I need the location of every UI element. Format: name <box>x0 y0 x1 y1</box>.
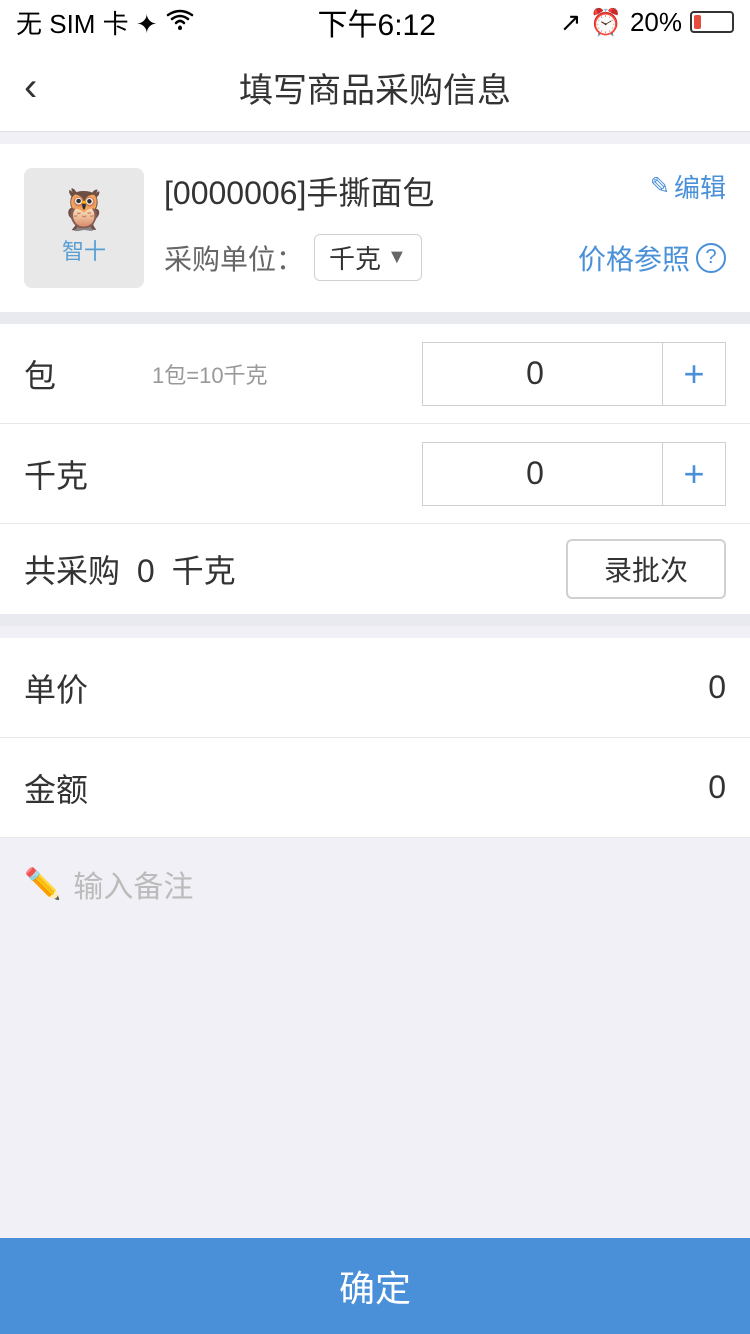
owl-icon: 🦉 <box>59 190 109 230</box>
amount-row: 金额 0 <box>0 738 750 838</box>
location-icon: ↗ <box>560 7 582 38</box>
bag-plus-button[interactable]: + <box>662 342 726 406</box>
unit-price-label: 单价 <box>24 665 88 711</box>
product-thumbnail: 🦉 智十 <box>24 168 144 288</box>
edit-label: 编辑 <box>674 168 726 205</box>
bag-input-row: 包 1包=10千克 + <box>0 324 750 424</box>
kg-input-row: 千克 + <box>0 424 750 524</box>
unit-value: 千克 <box>329 239 381 276</box>
dropdown-icon: ▼ <box>387 246 407 269</box>
kg-quantity-input[interactable] <box>422 442 662 506</box>
unit-label: 采购单位： 千克 ▼ <box>164 234 422 281</box>
confirm-label: 确定 <box>339 1260 411 1312</box>
bag-sub-label: 1包=10千克 <box>152 358 268 390</box>
confirm-button[interactable]: 确定 <box>0 1238 750 1334</box>
price-reference-button[interactable]: 价格参照 ? <box>578 238 726 278</box>
help-icon: ? <box>696 243 726 273</box>
alarm-icon: ⏰ <box>590 7 622 38</box>
product-header: [0000006]手撕面包 ✎ 编辑 <box>164 168 726 214</box>
price-ref-label: 价格参照 <box>578 238 690 278</box>
notes-section[interactable]: ✏️ 输入备注 <box>0 838 750 930</box>
back-button[interactable]: ‹ <box>14 55 47 120</box>
status-right: ↗ ⏰ 20% <box>560 7 734 38</box>
unit-price-value: 0 <box>708 669 726 706</box>
battery-icon <box>690 11 734 33</box>
bag-quantity-input[interactable] <box>422 342 662 406</box>
wifi-icon <box>166 7 194 38</box>
kg-input-controls: + <box>422 442 726 506</box>
edit-icon: ✎ <box>650 172 670 201</box>
total-row: 共采购 0 千克 录批次 <box>0 524 750 614</box>
product-unit-row: 采购单位： 千克 ▼ 价格参照 ? <box>164 234 726 281</box>
product-info: [0000006]手撕面包 ✎ 编辑 采购单位： 千克 ▼ 价格参照 ? <box>164 168 726 281</box>
amount-value: 0 <box>708 769 726 806</box>
record-batch-button[interactable]: 录批次 <box>566 539 726 599</box>
price-info-section: 单价 0 金额 0 <box>0 638 750 838</box>
bag-input-controls: + <box>422 342 726 406</box>
product-name: [0000006]手撕面包 <box>164 168 434 214</box>
separator-1 <box>0 312 750 324</box>
status-time: 下午6:12 <box>318 0 436 44</box>
kg-label: 千克 <box>24 451 144 497</box>
unit-price-row: 单价 0 <box>0 638 750 738</box>
product-card: 🦉 智十 [0000006]手撕面包 ✎ 编辑 采购单位： 千克 ▼ <box>0 144 750 312</box>
bag-label: 包 <box>24 351 144 397</box>
status-bar: 无 SIM 卡 ✦ 下午6:12 ↗ ⏰ 20% <box>0 0 750 44</box>
total-label: 共采购 0 千克 <box>24 546 236 592</box>
record-batch-label: 录批次 <box>604 549 688 589</box>
nav-bar: ‹ 填写商品采购信息 <box>0 44 750 132</box>
separator-2 <box>0 614 750 626</box>
status-left: 无 SIM 卡 ✦ <box>16 4 194 41</box>
unit-select[interactable]: 千克 ▼ <box>314 234 422 281</box>
page-title: 填写商品采购信息 <box>239 63 511 112</box>
notes-input[interactable]: 输入备注 <box>73 862 193 906</box>
input-section: 包 1包=10千克 + 千克 + <box>0 324 750 524</box>
pencil-icon: ✏️ <box>24 867 61 902</box>
edit-button[interactable]: ✎ 编辑 <box>650 168 726 205</box>
brand-label: 智十 <box>62 234 106 266</box>
sim-status: 无 SIM 卡 ✦ <box>16 4 158 41</box>
battery-percent: 20% <box>630 7 682 38</box>
kg-plus-button[interactable]: + <box>662 442 726 506</box>
amount-label: 金额 <box>24 765 88 811</box>
empty-area <box>0 930 750 1230</box>
